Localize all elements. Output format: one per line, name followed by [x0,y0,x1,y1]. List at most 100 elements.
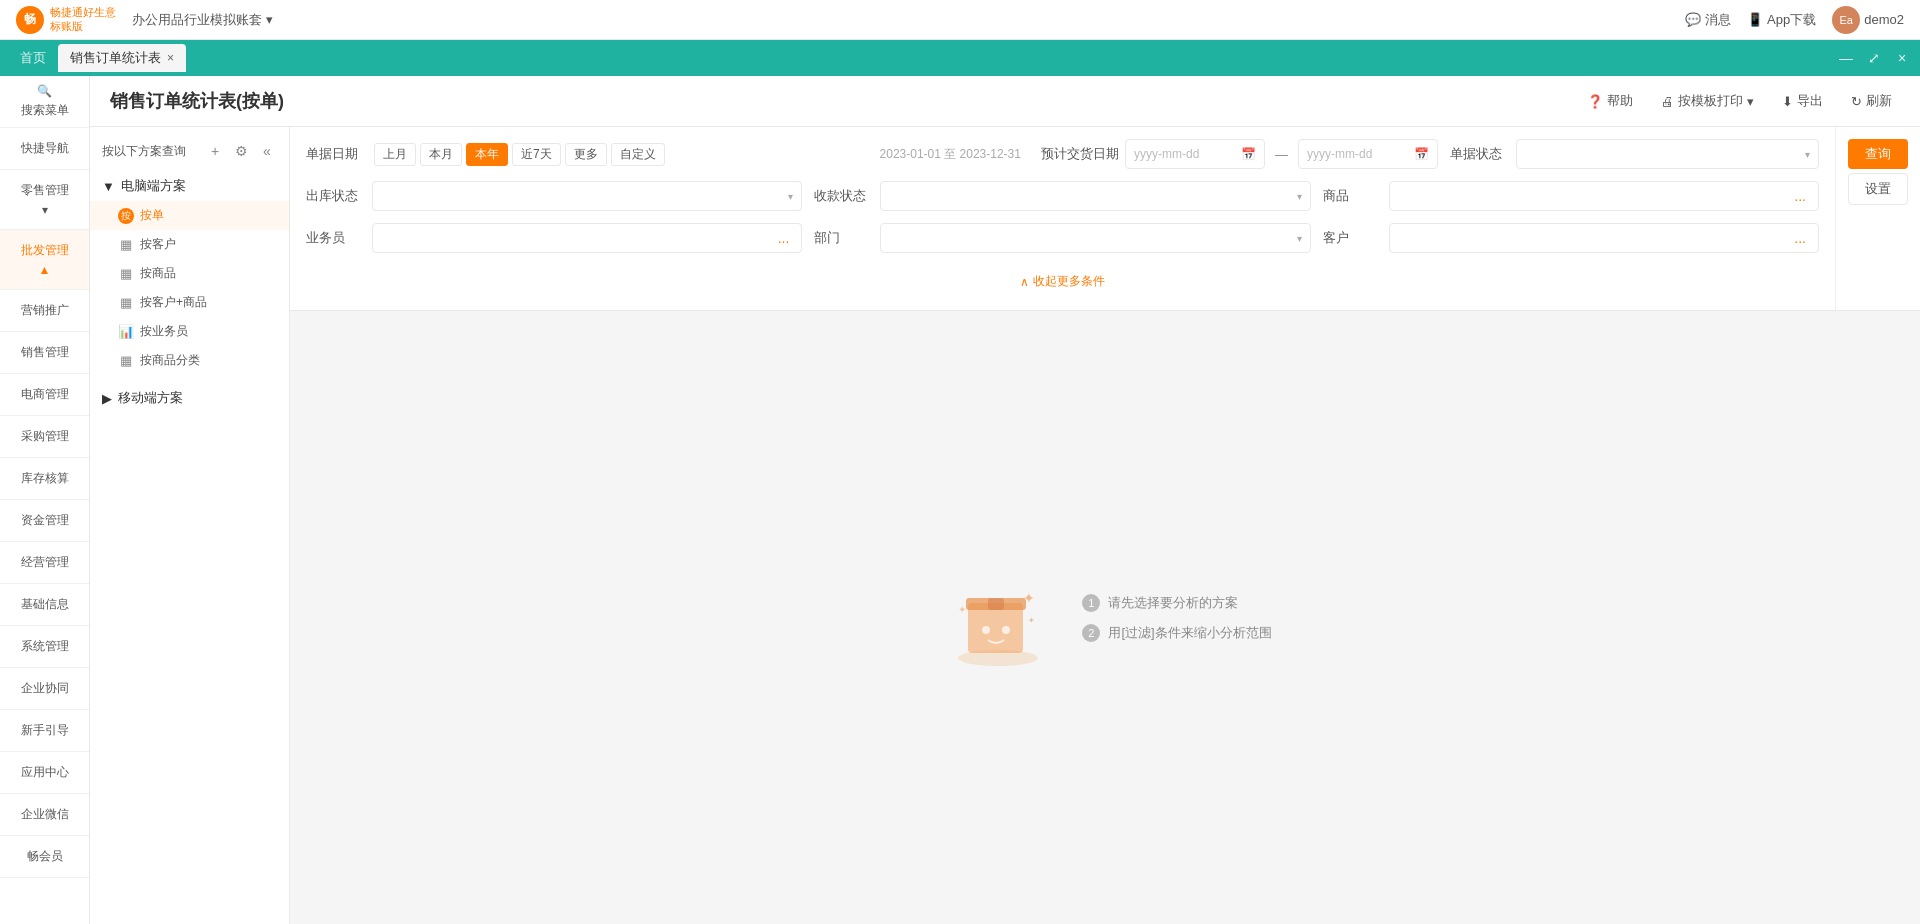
app-download-btn[interactable]: 📱 App下载 [1747,11,1816,29]
sidebar-item-corpwechat[interactable]: 企业微信 [0,794,89,836]
salesperson-input[interactable]: ... [372,223,802,253]
scheme-settings-btn[interactable]: ⚙ [231,141,251,161]
date-btn-more[interactable]: 更多 [565,143,607,166]
department-label: 部门 [814,229,874,247]
department-select[interactable]: ▾ [880,223,1310,253]
setting-button[interactable]: 设置 [1848,173,1908,205]
scheme-item-by-order[interactable]: 按 按单 [90,201,289,230]
wholesale-arrow-icon: ▲ [39,263,51,277]
empty-state: ✦ ✦ ✦ 1 请先选择要分析的方案 2 用[过滤]条件来缩小分析范围 [290,311,1920,924]
page-title: 销售订单统计表(按单) [110,89,284,113]
main-layout: 🔍 搜索菜单 快捷导航 零售管理 ▾ 批发管理 ▲ 营销推广 销售管理 电商管理… [0,76,1920,924]
message-nav-btn[interactable]: 💬 消息 [1685,11,1731,29]
sidebar-item-member[interactable]: 畅会员 [0,836,89,878]
window-minimize-btn[interactable]: — [1836,48,1856,68]
action-buttons: 查询 设置 [1835,127,1920,310]
sidebar-item-basic[interactable]: 基础信息 [0,584,89,626]
svg-text:✦: ✦ [1028,616,1035,625]
salesperson-ellipsis-icon[interactable]: ... [774,230,794,246]
retail-arrow-icon: ▾ [42,203,48,217]
date-filter-group: 单据日期 上月 本月 本年 近7天 更多 自定义 [306,143,860,166]
expected-date-end[interactable]: yyyy-mm-dd 📅 [1298,139,1438,169]
collapse-more-conditions-btn[interactable]: ∧ 收起更多条件 [306,265,1819,298]
salesperson-filter-group: 业务员 ... [306,223,802,253]
sidebar-item-sales[interactable]: 销售管理 [0,332,89,374]
tab-close-btn[interactable]: × [167,51,174,65]
sidebar-item-purchase[interactable]: 采购管理 [0,416,89,458]
expected-date-group: 预计交货日期 yyyy-mm-dd 📅 — yyyy-mm-dd 📅 [1041,139,1438,169]
product-input[interactable]: ... [1389,181,1819,211]
sidebar-item-cooperation[interactable]: 企业协同 [0,668,89,710]
ship-status-select[interactable]: ▾ [372,181,802,211]
by-customer-icon: ▦ [118,237,134,253]
export-btn[interactable]: ⬇ 导出 [1774,88,1831,114]
sidebar-item-marketing[interactable]: 营销推广 [0,290,89,332]
by-category-icon: ▦ [118,353,134,369]
salesperson-label: 业务员 [306,229,366,247]
customer-label: 客户 [1323,229,1383,247]
scheme-item-by-category[interactable]: ▦ 按商品分类 [90,346,289,375]
scheme-item-by-customer[interactable]: ▦ 按客户 [90,230,289,259]
window-close-btn[interactable]: × [1892,48,1912,68]
sidebar-item-ecommerce[interactable]: 电商管理 [0,374,89,416]
message-icon: 💬 [1685,12,1701,27]
sidebar-item-search-menu[interactable]: 🔍 搜索菜单 [0,76,89,128]
date-btn-custom[interactable]: 自定义 [611,143,665,166]
date-btn-last-month[interactable]: 上月 [374,143,416,166]
step-1-circle: 1 [1082,594,1100,612]
sidebar-item-appcenter[interactable]: 应用中心 [0,752,89,794]
tab-sales-order-stats[interactable]: 销售订单统计表 × [58,44,186,72]
sidebar-item-system[interactable]: 系统管理 [0,626,89,668]
user-avatar: Ea [1832,6,1860,34]
help-btn[interactable]: ❓ 帮助 [1579,88,1641,114]
print-arrow-icon: ▾ [1747,94,1754,109]
scheme-add-btn[interactable]: + [205,141,225,161]
window-maximize-btn[interactable]: ⤢ [1864,48,1884,68]
company-selector[interactable]: 办公用品行业模拟账套 ▾ [124,7,281,33]
product-ellipsis-icon[interactable]: ... [1790,188,1810,204]
query-button[interactable]: 查询 [1848,139,1908,169]
scheme-collapse-btn[interactable]: « [257,141,277,161]
status-select[interactable]: ▾ [1516,139,1819,169]
sidebar-item-operation[interactable]: 经营管理 [0,542,89,584]
sidebar-item-newuser[interactable]: 新手引导 [0,710,89,752]
date-label: 单据日期 [306,145,366,163]
svg-text:✦: ✦ [958,604,966,615]
calendar-end-icon: 📅 [1414,147,1429,161]
customer-input[interactable]: ... [1389,223,1819,253]
payment-status-select[interactable]: ▾ [880,181,1310,211]
tab-home[interactable]: 首页 [8,44,58,72]
user-profile[interactable]: Ea demo2 [1832,6,1904,34]
scheme-group-mobile-header[interactable]: ▶ 移动端方案 [90,383,289,413]
sidebar-item-inventory[interactable]: 库存核算 [0,458,89,500]
by-customer-product-icon: ▦ [118,295,134,311]
print-btn[interactable]: 🖨 按模板打印 ▾ [1653,88,1762,114]
refresh-btn[interactable]: ↻ 刷新 [1843,88,1900,114]
date-range-display: 2023-01-01 至 2023-12-31 [872,146,1029,163]
collapse-icon: ∧ [1020,275,1029,289]
date-btn-this-year[interactable]: 本年 [466,143,508,166]
sidebar-item-quick-nav[interactable]: 快捷导航 [0,128,89,170]
by-order-icon: 按 [118,208,134,224]
main-panel: 按以下方案查询 + ⚙ « ▼ 电脑端方案 按 [90,127,1920,924]
ship-chevron-icon: ▾ [788,191,793,202]
scheme-item-by-salesperson[interactable]: 📊 按业务员 [90,317,289,346]
customer-ellipsis-icon[interactable]: ... [1790,230,1810,246]
company-dropdown-icon: ▾ [266,12,273,27]
scheme-group-pc-header[interactable]: ▼ 电脑端方案 [90,171,289,201]
sidebar-item-wholesale[interactable]: 批发管理 ▲ [0,230,89,290]
svg-rect-3 [988,598,1004,610]
scheme-group-mobile: ▶ 移动端方案 [90,379,289,417]
date-btn-last-7days[interactable]: 近7天 [512,143,561,166]
search-icon: 🔍 [37,84,52,98]
expected-date-start[interactable]: yyyy-mm-dd 📅 [1125,139,1265,169]
sidebar-item-retail[interactable]: 零售管理 ▾ [0,170,89,230]
pc-group-collapse-icon: ▼ [102,179,115,194]
scheme-item-by-customer-product[interactable]: ▦ 按客户+商品 [90,288,289,317]
by-product-icon: ▦ [118,266,134,282]
sidebar-item-finance[interactable]: 资金管理 [0,500,89,542]
sidebar: 🔍 搜索菜单 快捷导航 零售管理 ▾ 批发管理 ▲ 营销推广 销售管理 电商管理… [0,76,90,924]
status-chevron-icon: ▾ [1805,149,1810,160]
scheme-item-by-product[interactable]: ▦ 按商品 [90,259,289,288]
date-btn-this-month[interactable]: 本月 [420,143,462,166]
